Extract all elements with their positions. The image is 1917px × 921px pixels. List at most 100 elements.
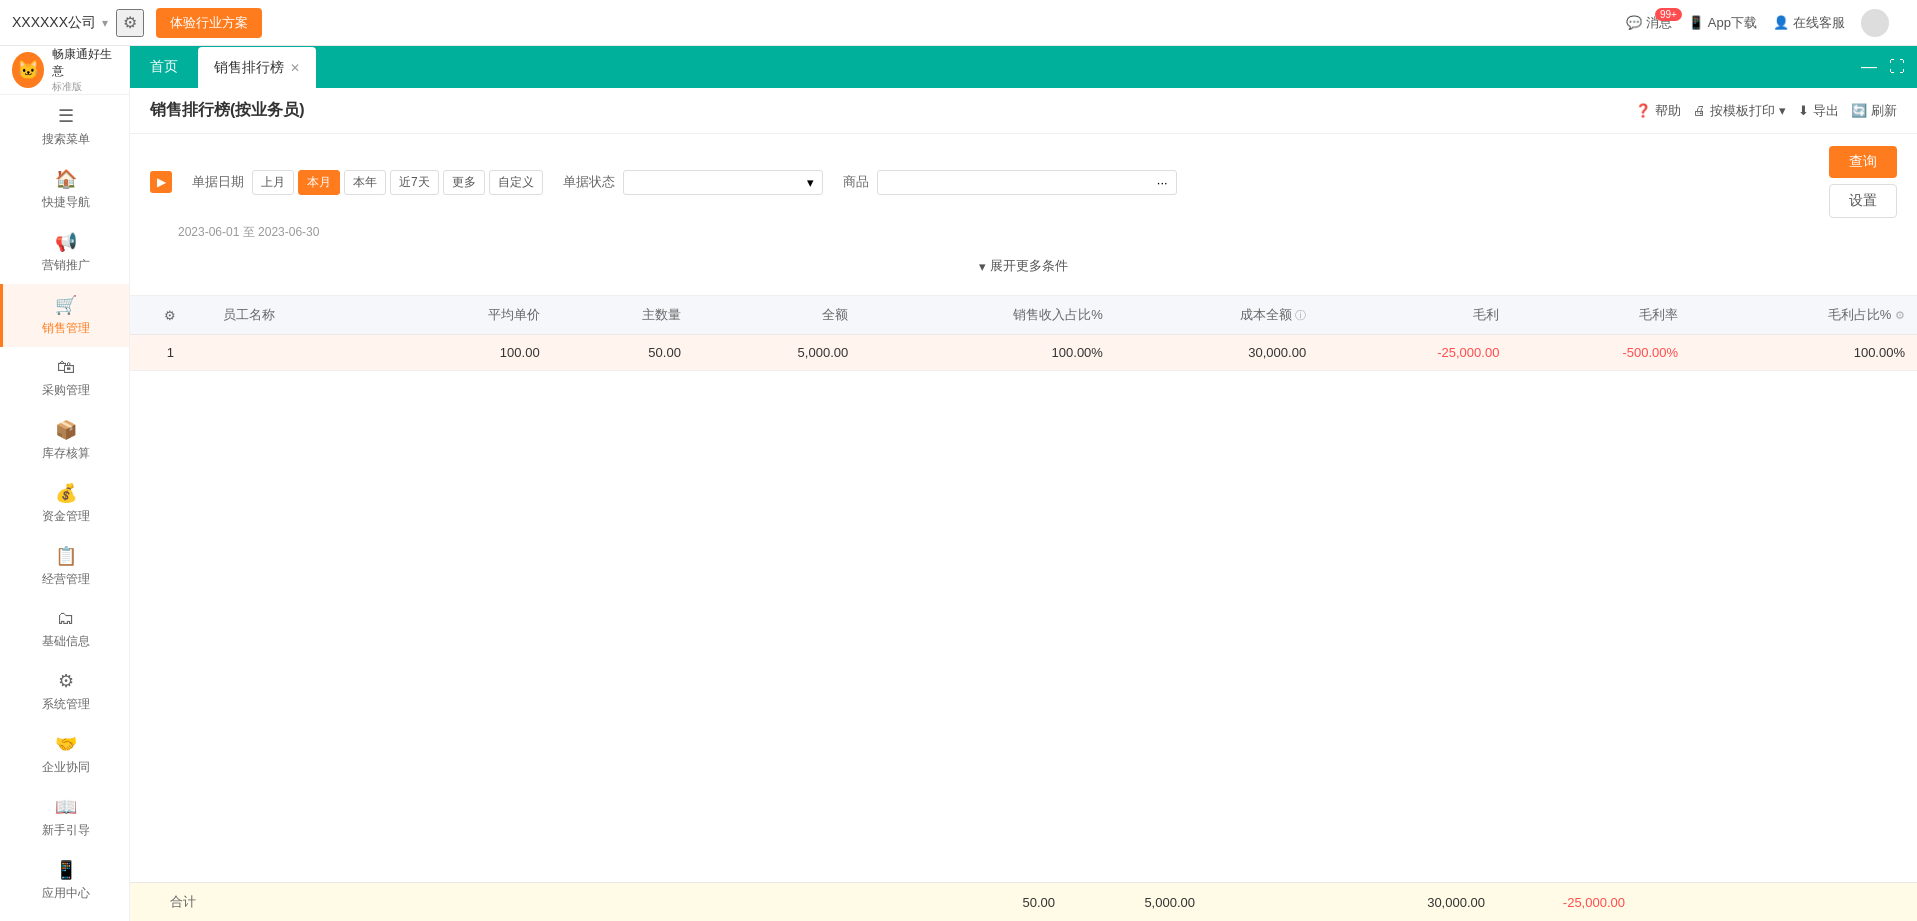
- sidebar-item-quick-nav[interactable]: 🏠 快捷导航: [0, 158, 129, 221]
- business-icon: 📋: [55, 545, 77, 567]
- expand-more-btn[interactable]: ▾ 展开更多条件: [979, 257, 1068, 275]
- cell-profit-pct: 100.00%: [1690, 335, 1917, 371]
- logo-icon: 🐱: [12, 52, 44, 88]
- template-print-btn[interactable]: 🖨 按模板打印 ▾: [1693, 102, 1786, 120]
- company-selector[interactable]: XXXXXX公司 ▾: [12, 14, 108, 32]
- company-name: XXXXXX公司: [12, 14, 96, 32]
- sidebar-item-label: 应用中心: [42, 885, 90, 902]
- refresh-btn[interactable]: 🔄 刷新: [1851, 102, 1897, 120]
- sidebar-item-finance[interactable]: 💰 资金管理: [0, 472, 129, 535]
- logo-text: 畅康通好生意: [52, 46, 117, 80]
- filter-row: ▶ 单据日期 上月 本月 本年 近7天 更多 自定义: [150, 146, 1897, 218]
- header-settings-btn[interactable]: ⚙: [116, 9, 144, 37]
- sidebar-item-label: 基础信息: [42, 633, 90, 650]
- sidebar-item-label: 新手引导: [42, 822, 90, 839]
- cell-index: 1: [130, 335, 211, 371]
- cell-main-qty: 50.00: [552, 335, 693, 371]
- filter-area: ▶ 单据日期 上月 本月 本年 近7天 更多 自定义: [130, 134, 1917, 296]
- goods-input[interactable]: ···: [877, 170, 1177, 195]
- sidebar-item-label: 经营管理: [42, 571, 90, 588]
- col-name: 员工名称: [211, 296, 381, 335]
- export-label: 导出: [1813, 102, 1839, 120]
- app-center-icon: 📱: [55, 859, 77, 881]
- col-avg-price: 平均单价: [381, 296, 551, 335]
- app-icon: 📱: [1688, 15, 1704, 30]
- footer-main-qty: 50.00: [935, 895, 1055, 910]
- content-area: 首页 销售排行榜 ✕ — ⛶ 销售排行榜(按业务员) ❓ 帮助: [130, 46, 1917, 921]
- sidebar-item-basic[interactable]: 🗂 基础信息: [0, 598, 129, 660]
- help-icon: ❓: [1635, 103, 1651, 118]
- app-download-btn[interactable]: 📱 App下载: [1688, 14, 1757, 32]
- table-container: ⚙ 员工名称 平均单价 主数量 全额 销售收入占比% 成本全额 ⓘ 毛利 毛利率…: [130, 296, 1917, 882]
- user-avatar[interactable]: [1861, 9, 1889, 37]
- sidebar-item-purchase[interactable]: 🛍 采购管理: [0, 347, 129, 409]
- main-layout: 🐱 畅康通好生意 标准版 ☰ 搜索菜单 🏠 快捷导航 📢 营销推广 🛒 销售管理…: [0, 46, 1917, 921]
- date-opt-this-month[interactable]: 本月: [298, 170, 340, 195]
- cell-amount: 5,000.00: [693, 335, 860, 371]
- cost-info-icon[interactable]: ⓘ: [1295, 309, 1306, 321]
- data-table: ⚙ 员工名称 平均单价 主数量 全额 销售收入占比% 成本全额 ⓘ 毛利 毛利率…: [130, 296, 1917, 371]
- sidebar-item-wechat[interactable]: 💬 企业微信: [0, 912, 129, 921]
- status-input[interactable]: ▾: [623, 170, 823, 195]
- sidebar-item-label: 企业协同: [42, 759, 90, 776]
- date-opt-more[interactable]: 更多: [443, 170, 485, 195]
- tab-expand-btn[interactable]: ⛶: [1889, 58, 1905, 76]
- tab-minimize-btn[interactable]: —: [1861, 58, 1877, 76]
- message-icon: 💬: [1626, 15, 1642, 30]
- inventory-icon: 📦: [55, 419, 77, 441]
- sidebar-logo: 🐱 畅康通好生意 标准版: [0, 46, 129, 95]
- profit-pct-settings-icon[interactable]: ⚙: [1895, 309, 1905, 321]
- refresh-icon: 🔄: [1851, 103, 1867, 118]
- filter-expand-icon[interactable]: ▶: [150, 171, 172, 193]
- cell-sales-pct: 100.00%: [860, 335, 1115, 371]
- footer-amount: 5,000.00: [1055, 895, 1195, 910]
- online-service-btn[interactable]: 👤 在线客服: [1773, 14, 1845, 32]
- col-sales-pct: 销售收入占比%: [860, 296, 1115, 335]
- page-actions: ❓ 帮助 🖨 按模板打印 ▾ ⬇ 导出 🔄 刷新: [1635, 102, 1897, 120]
- settings-button[interactable]: 设置: [1829, 184, 1897, 218]
- purchase-icon: 🛍: [57, 357, 75, 378]
- tab-sales-ranking[interactable]: 销售排行榜 ✕: [198, 47, 316, 89]
- sidebar-item-search[interactable]: ☰ 搜索菜单: [0, 95, 129, 158]
- cell-name: [211, 335, 381, 371]
- message-badge: 99+: [1655, 8, 1682, 21]
- app-download-label: App下载: [1708, 14, 1757, 32]
- print-icon: 🖨: [1693, 103, 1706, 118]
- expand-more-icon: ▾: [979, 259, 986, 274]
- page-title: 销售排行榜(按业务员): [150, 100, 305, 121]
- col-amount: 全额: [693, 296, 860, 335]
- sidebar-item-marketing[interactable]: 📢 营销推广: [0, 221, 129, 284]
- sidebar-item-label: 系统管理: [42, 696, 90, 713]
- sidebar: 🐱 畅康通好生意 标准版 ☰ 搜索菜单 🏠 快捷导航 📢 营销推广 🛒 销售管理…: [0, 46, 130, 921]
- filter-actions: 查询 设置: [1829, 146, 1897, 218]
- date-filter: 单据日期 上月 本月 本年 近7天 更多 自定义: [192, 170, 543, 195]
- table-header-row: ⚙ 员工名称 平均单价 主数量 全额 销售收入占比% 成本全额 ⓘ 毛利 毛利率…: [130, 296, 1917, 335]
- sidebar-item-inventory[interactable]: 📦 库存核算: [0, 409, 129, 472]
- query-button[interactable]: 查询: [1829, 146, 1897, 178]
- sidebar-item-sales[interactable]: 🛒 销售管理: [0, 284, 129, 347]
- search-icon: ☰: [58, 105, 74, 127]
- date-opt-last-month[interactable]: 上月: [252, 170, 294, 195]
- online-service-label: 在线客服: [1793, 14, 1845, 32]
- date-label: 单据日期: [192, 173, 244, 191]
- sales-icon: 🛒: [55, 294, 77, 316]
- help-btn[interactable]: ❓ 帮助: [1635, 102, 1681, 120]
- col-settings[interactable]: ⚙: [130, 296, 211, 335]
- home-icon: 🏠: [55, 168, 77, 190]
- date-opt-7days[interactable]: 近7天: [390, 170, 439, 195]
- date-options: 上月 本月 本年 近7天 更多 自定义: [252, 170, 543, 195]
- expand-more-row: ▾ 展开更多条件: [150, 241, 1897, 283]
- export-btn[interactable]: ⬇ 导出: [1798, 102, 1839, 120]
- trial-button[interactable]: 体验行业方案: [156, 8, 262, 38]
- sidebar-item-guide[interactable]: 📖 新手引导: [0, 786, 129, 849]
- date-opt-this-year[interactable]: 本年: [344, 170, 386, 195]
- message-btn[interactable]: 💬 消息 99+: [1626, 14, 1672, 32]
- sidebar-item-cooperation[interactable]: 🤝 企业协同: [0, 723, 129, 786]
- tab-close-icon[interactable]: ✕: [290, 61, 300, 75]
- tab-label: 销售排行榜: [214, 59, 284, 77]
- date-opt-custom[interactable]: 自定义: [489, 170, 543, 195]
- sidebar-item-business[interactable]: 📋 经营管理: [0, 535, 129, 598]
- tab-home[interactable]: 首页: [130, 46, 198, 88]
- sidebar-item-app-center[interactable]: 📱 应用中心: [0, 849, 129, 912]
- sidebar-item-system[interactable]: ⚙ 系统管理: [0, 660, 129, 723]
